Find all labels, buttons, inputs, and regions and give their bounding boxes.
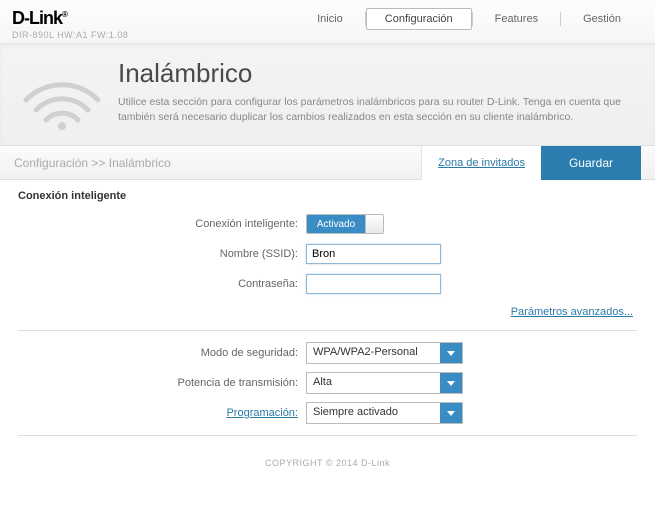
smart-connect-toggle[interactable]: Activado	[306, 214, 384, 234]
breadcrumb-bar: Configuración >> Inalámbrico Zona de inv…	[0, 146, 655, 180]
row-smart-connect: Conexión inteligente: Activado	[18, 212, 637, 236]
save-button[interactable]: Guardar	[541, 146, 641, 180]
label-txpower: Potencia de transmisión:	[18, 377, 306, 389]
guest-zone-link[interactable]: Zona de invitados	[421, 146, 541, 180]
page-description: Utilice esta sección para configurar los…	[118, 95, 637, 125]
row-schedule: Programación: Siempre activado	[18, 401, 637, 425]
tx-power-select[interactable]: Alta	[306, 372, 463, 394]
schedule-link[interactable]: Programación:	[226, 407, 298, 419]
wifi-icon	[18, 58, 118, 133]
chevron-down-icon	[440, 403, 462, 423]
nav-config[interactable]: Configuración	[366, 8, 472, 30]
row-ssid: Nombre (SSID):	[18, 242, 637, 266]
txpower-value: Alta	[307, 373, 440, 393]
hero-section: Inalámbrico Utilice esta sección para co…	[0, 44, 655, 146]
label-password: Contraseña:	[18, 278, 306, 290]
schedule-select[interactable]: Siempre activado	[306, 402, 463, 424]
security-value: WPA/WPA2-Personal	[307, 343, 440, 363]
label-smart: Conexión inteligente:	[18, 218, 306, 230]
nav-home[interactable]: Inicio	[295, 8, 365, 30]
breadcrumb: Configuración >> Inalámbrico	[14, 156, 171, 170]
password-input[interactable]	[306, 274, 441, 294]
nav-management[interactable]: Gestión	[561, 8, 643, 30]
footer-copyright: COPYRIGHT © 2014 D-Link	[0, 446, 655, 480]
hero-text: Inalámbrico Utilice esta sección para co…	[118, 58, 637, 133]
advanced-link-row: Parámetros avanzados...	[18, 302, 637, 326]
label-schedule: Programación:	[18, 407, 306, 419]
logo-block: D-Link® DIR-890L HW:A1 FW:1.08	[12, 8, 142, 40]
label-ssid: Nombre (SSID):	[18, 248, 306, 260]
chevron-down-icon	[440, 373, 462, 393]
section-title: Conexión inteligente	[18, 190, 637, 202]
chevron-down-icon	[440, 343, 462, 363]
ssid-input[interactable]	[306, 244, 441, 264]
divider	[18, 330, 637, 331]
form-area: Conexión inteligente Conexión inteligent…	[0, 180, 655, 425]
label-security: Modo de seguridad:	[18, 347, 306, 359]
schedule-value: Siempre activado	[307, 403, 440, 423]
page-title: Inalámbrico	[118, 58, 637, 89]
row-password: Contraseña:	[18, 272, 637, 296]
nav-features[interactable]: Features	[473, 8, 560, 30]
brand-logo: D-Link®	[12, 8, 142, 29]
top-nav: Inicio Configuración Features Gestión	[295, 8, 643, 30]
model-info: DIR-890L HW:A1 FW:1.08	[12, 30, 142, 40]
toggle-on-label: Activado	[307, 215, 365, 233]
row-txpower: Potencia de transmisión: Alta	[18, 371, 637, 395]
security-mode-select[interactable]: WPA/WPA2-Personal	[306, 342, 463, 364]
row-security: Modo de seguridad: WPA/WPA2-Personal	[18, 341, 637, 365]
advanced-params-link[interactable]: Parámetros avanzados...	[511, 306, 633, 318]
divider	[18, 435, 637, 436]
header: D-Link® DIR-890L HW:A1 FW:1.08 Inicio Co…	[0, 0, 655, 44]
toggle-knob	[365, 215, 383, 233]
